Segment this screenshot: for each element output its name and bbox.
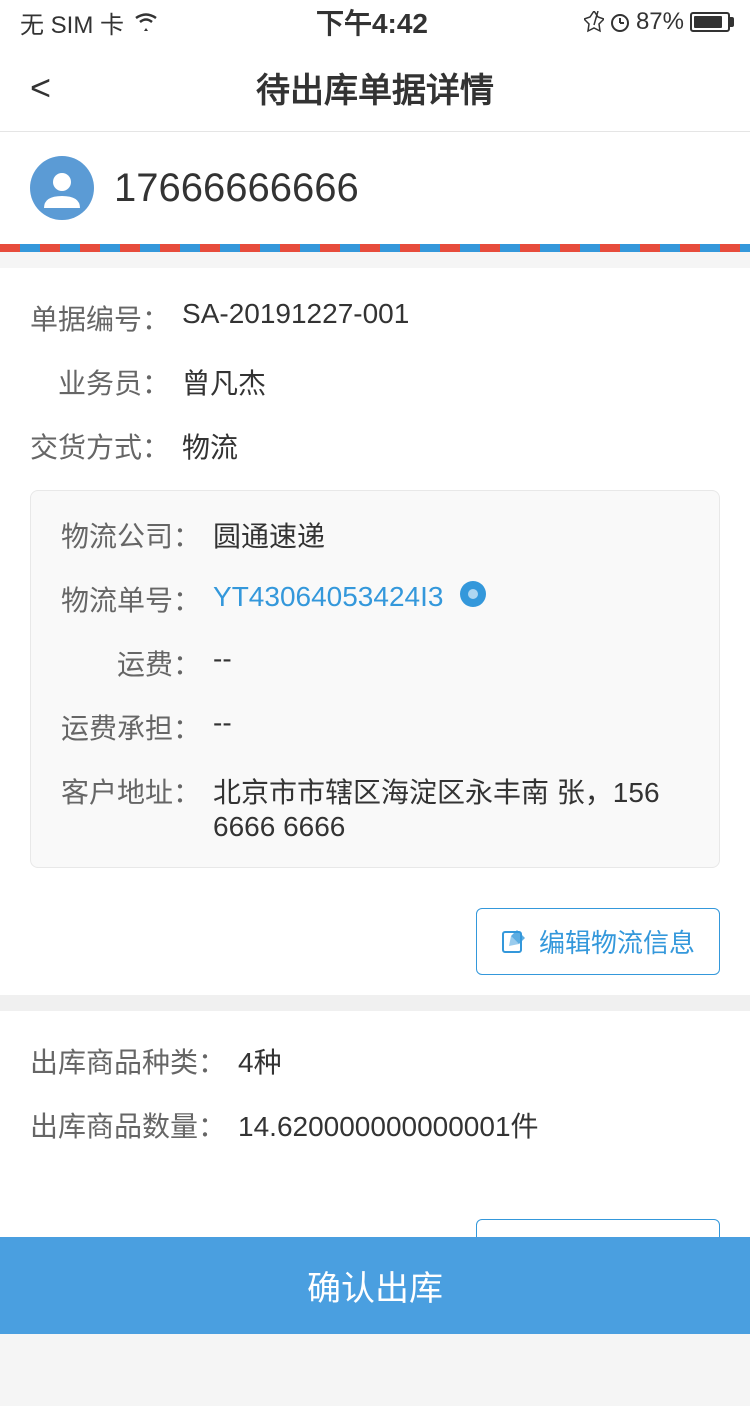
avatar	[30, 156, 94, 220]
edit-icon	[501, 928, 529, 956]
freight-bearer-row: 运费承担： --	[61, 707, 689, 747]
tracking-row: 物流单号： YT43064053424I3	[61, 579, 689, 619]
address-label: 客户地址：	[61, 771, 201, 811]
goods-quantity-label: 出库商品数量：	[30, 1105, 226, 1145]
location-status-icon	[584, 11, 604, 33]
carrier-text: 无 SIM 卡	[20, 5, 124, 40]
freight-value: --	[201, 643, 689, 675]
confirm-button-wrap: 确认出库	[0, 1237, 750, 1334]
section-divider	[0, 995, 750, 1011]
freight-row: 运费： --	[61, 643, 689, 683]
page-title: 待出库单据详情	[256, 63, 494, 112]
salesman-label: 业务员：	[30, 362, 170, 402]
alarm-icon	[610, 11, 630, 33]
order-no-row: 单据编号： SA-20191227-001	[30, 298, 720, 338]
freight-label: 运费：	[61, 643, 201, 683]
freight-bearer-value: --	[201, 707, 689, 739]
customer-header: 17666666666	[0, 132, 750, 244]
company-value: 圆通速递	[201, 515, 689, 555]
confirm-button[interactable]: 确认出库	[24, 1261, 726, 1310]
status-right: 87%	[584, 8, 730, 36]
order-info-section: 单据编号： SA-20191227-001 业务员： 曾凡杰 交货方式： 物流 …	[0, 268, 750, 888]
goods-quantity-value: 14.620000000000001件	[226, 1105, 720, 1145]
address-row: 客户地址： 北京市市辖区海淀区永丰南 张，156 6666 6666	[61, 771, 689, 843]
goods-type-row: 出库商品种类： 4种	[30, 1041, 720, 1081]
address-value: 北京市市辖区海淀区永丰南 张，156 6666 6666	[201, 771, 689, 843]
dashed-divider	[0, 244, 750, 252]
status-bar: 无 SIM 卡 下午4:42 87%	[0, 0, 750, 44]
battery-percent: 87%	[636, 8, 684, 36]
order-no-label: 单据编号：	[30, 298, 170, 338]
customer-phone: 17666666666	[114, 166, 359, 211]
tracking-value: YT43064053424I3	[201, 579, 689, 615]
back-button[interactable]: <	[30, 67, 51, 109]
freight-bearer-label: 运费承担：	[61, 707, 201, 747]
user-icon	[42, 168, 82, 208]
edit-logistics-button[interactable]: 编辑物流信息	[476, 908, 720, 975]
wifi-icon	[132, 12, 160, 32]
edit-logistics-row: 编辑物流信息	[0, 888, 750, 995]
nav-bar: < 待出库单据详情	[0, 44, 750, 132]
status-left: 无 SIM 卡	[20, 5, 160, 40]
delivery-value: 物流	[170, 426, 720, 466]
company-label: 物流公司：	[61, 515, 201, 555]
tracking-label: 物流单号：	[61, 579, 201, 619]
salesman-row: 业务员： 曾凡杰	[30, 362, 720, 402]
goods-section: 出库商品种类： 4种 出库商品数量： 14.620000000000001件	[0, 1011, 750, 1199]
goods-type-label: 出库商品种类：	[30, 1041, 226, 1081]
salesman-value: 曾凡杰	[170, 362, 720, 402]
company-row: 物流公司： 圆通速递	[61, 515, 689, 555]
delivery-row: 交货方式： 物流	[30, 426, 720, 466]
goods-type-value: 4种	[226, 1041, 720, 1081]
battery-icon	[690, 12, 730, 32]
goods-quantity-row: 出库商品数量： 14.620000000000001件	[30, 1105, 720, 1145]
status-time: 下午4:42	[316, 2, 428, 42]
map-pin-icon[interactable]	[455, 579, 491, 615]
order-no-value: SA-20191227-001	[170, 298, 720, 330]
delivery-label: 交货方式：	[30, 426, 170, 466]
logistics-card: 物流公司： 圆通速递 物流单号： YT43064053424I3 运费： -- …	[30, 490, 720, 868]
